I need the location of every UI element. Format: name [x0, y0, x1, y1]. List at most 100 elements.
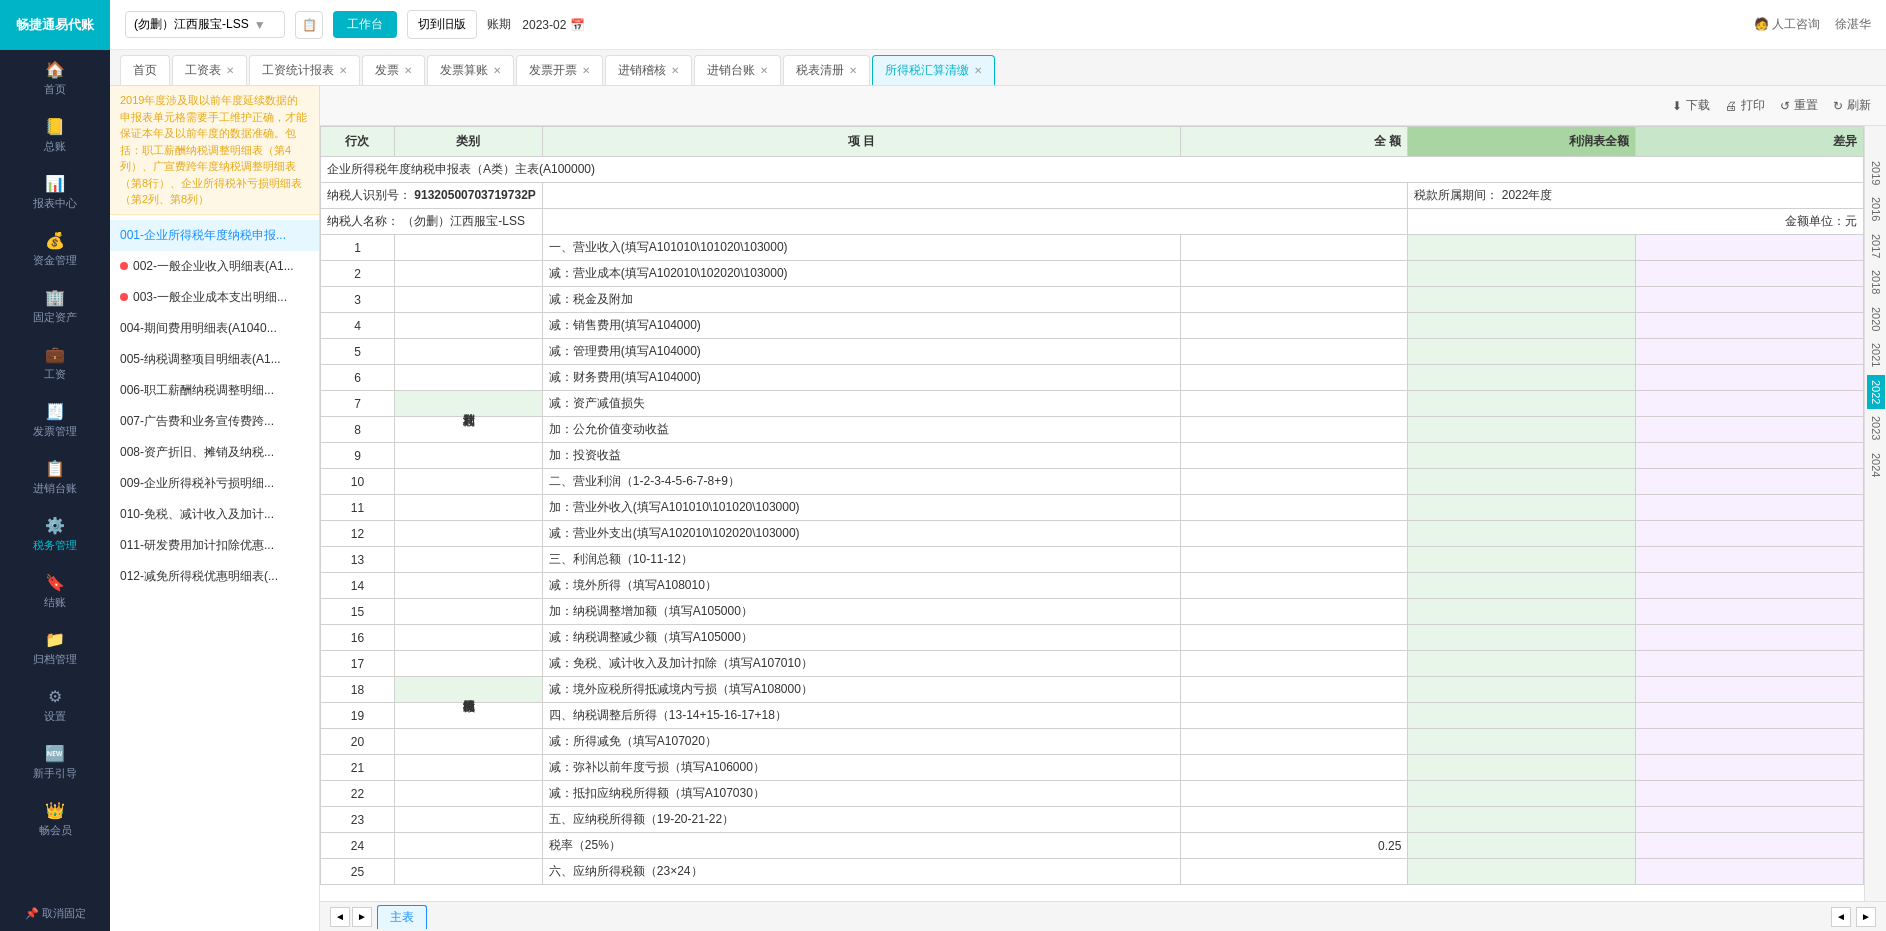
row-diff-20[interactable] — [1636, 755, 1864, 781]
calendar-icon[interactable]: 📅 — [570, 18, 585, 32]
row-diff-1[interactable] — [1636, 261, 1864, 287]
row-amount-4[interactable] — [1180, 339, 1408, 365]
menu-item-001[interactable]: 001-企业所得税年度纳税申报... — [110, 220, 319, 251]
row-profit-24[interactable] — [1408, 859, 1636, 885]
refresh-button[interactable]: ↻ 刷新 — [1833, 97, 1871, 114]
row-amount-16[interactable] — [1180, 651, 1408, 677]
menu-item-007[interactable]: 007-广告费和业务宣传费跨... — [110, 406, 319, 437]
menu-item-011[interactable]: 011-研发费用加计扣除优惠... — [110, 530, 319, 561]
row-diff-2[interactable] — [1636, 287, 1864, 313]
tab-7[interactable]: 进销台账✕ — [694, 55, 781, 85]
menu-item-004[interactable]: 004-期间费用明细表(A1040... — [110, 313, 319, 344]
sidebar-item-工资[interactable]: 💼工资 — [0, 335, 110, 392]
row-profit-23[interactable] — [1408, 833, 1636, 859]
tab-2[interactable]: 工资统计报表✕ — [249, 55, 360, 85]
year-item-2021[interactable]: 2021 — [1867, 338, 1885, 372]
menu-item-010[interactable]: 010-免税、减计收入及加计... — [110, 499, 319, 530]
row-diff-12[interactable] — [1636, 547, 1864, 573]
main-table-wrap[interactable]: 行次 类别 项 目 全 额 利润表全额 差异 企业所得税年度纳税 — [320, 126, 1864, 901]
row-profit-8[interactable] — [1408, 443, 1636, 469]
row-diff-16[interactable] — [1636, 651, 1864, 677]
row-profit-4[interactable] — [1408, 339, 1636, 365]
row-diff-15[interactable] — [1636, 625, 1864, 651]
row-profit-0[interactable] — [1408, 235, 1636, 261]
row-amount-20[interactable] — [1180, 755, 1408, 781]
tab-0[interactable]: 首页 — [120, 55, 170, 85]
row-amount-15[interactable] — [1180, 625, 1408, 651]
row-diff-21[interactable] — [1636, 781, 1864, 807]
menu-item-005[interactable]: 005-纳税调整项目明细表(A1... — [110, 344, 319, 375]
row-amount-7[interactable] — [1180, 417, 1408, 443]
row-profit-10[interactable] — [1408, 495, 1636, 521]
row-amount-19[interactable] — [1180, 729, 1408, 755]
sidebar-item-首页[interactable]: 🏠首页 — [0, 50, 110, 107]
row-amount-2[interactable] — [1180, 287, 1408, 313]
row-diff-14[interactable] — [1636, 599, 1864, 625]
tab-close-4[interactable]: ✕ — [493, 65, 501, 76]
row-diff-3[interactable] — [1636, 313, 1864, 339]
row-diff-0[interactable] — [1636, 235, 1864, 261]
row-diff-24[interactable] — [1636, 859, 1864, 885]
row-profit-16[interactable] — [1408, 651, 1636, 677]
row-amount-13[interactable] — [1180, 573, 1408, 599]
row-profit-9[interactable] — [1408, 469, 1636, 495]
tab-4[interactable]: 发票算账✕ — [427, 55, 514, 85]
sidebar-item-新手引导[interactable]: 🆕新手引导 — [0, 734, 110, 791]
tab-1[interactable]: 工资表✕ — [172, 55, 247, 85]
scroll-left-button[interactable]: ◄ — [330, 907, 350, 927]
tab-close-1[interactable]: ✕ — [226, 65, 234, 76]
row-profit-3[interactable] — [1408, 313, 1636, 339]
page-right-button[interactable]: ► — [1856, 907, 1876, 927]
tab-close-7[interactable]: ✕ — [760, 65, 768, 76]
row-profit-21[interactable] — [1408, 781, 1636, 807]
row-diff-5[interactable] — [1636, 365, 1864, 391]
user-service[interactable]: 🧑 人工咨询 — [1754, 16, 1820, 33]
year-item-2018[interactable]: 2018 — [1867, 265, 1885, 299]
row-amount-18[interactable] — [1180, 703, 1408, 729]
tab-main-table[interactable]: 主表 — [377, 905, 427, 929]
reset-button[interactable]: ↺ 重置 — [1780, 97, 1818, 114]
tab-close-3[interactable]: ✕ — [404, 65, 412, 76]
sidebar-item-总账[interactable]: 📒总账 — [0, 107, 110, 164]
row-diff-22[interactable] — [1636, 807, 1864, 833]
menu-item-006[interactable]: 006-职工薪酬纳税调整明细... — [110, 375, 319, 406]
tab-close-5[interactable]: ✕ — [582, 65, 590, 76]
row-profit-18[interactable] — [1408, 703, 1636, 729]
year-item-2017[interactable]: 2017 — [1867, 229, 1885, 263]
year-item-2024[interactable]: 2024 — [1867, 448, 1885, 482]
row-profit-7[interactable] — [1408, 417, 1636, 443]
row-profit-15[interactable] — [1408, 625, 1636, 651]
year-item-2016[interactable]: 2016 — [1867, 192, 1885, 226]
menu-item-009[interactable]: 009-企业所得税补亏损明细... — [110, 468, 319, 499]
row-diff-18[interactable] — [1636, 703, 1864, 729]
row-profit-19[interactable] — [1408, 729, 1636, 755]
row-amount-9[interactable] — [1180, 469, 1408, 495]
row-amount-0[interactable] — [1180, 235, 1408, 261]
menu-item-002[interactable]: 002-一般企业收入明细表(A1... — [110, 251, 319, 282]
row-amount-24[interactable] — [1180, 859, 1408, 885]
row-diff-4[interactable] — [1636, 339, 1864, 365]
menu-item-008[interactable]: 008-资产折旧、摊销及纳税... — [110, 437, 319, 468]
row-amount-23[interactable]: 0.25 — [1180, 833, 1408, 859]
switch-version-button[interactable]: 切到旧版 — [407, 10, 477, 39]
row-amount-21[interactable] — [1180, 781, 1408, 807]
year-item-2022[interactable]: 2022 — [1867, 375, 1885, 409]
row-amount-10[interactable] — [1180, 495, 1408, 521]
row-diff-7[interactable] — [1636, 417, 1864, 443]
tab-close-9[interactable]: ✕ — [974, 65, 982, 76]
row-diff-19[interactable] — [1636, 729, 1864, 755]
row-amount-17[interactable] — [1180, 677, 1408, 703]
row-amount-22[interactable] — [1180, 807, 1408, 833]
company-selector[interactable]: (勿删）江西服宝-LSS ▼ — [125, 11, 285, 38]
row-amount-8[interactable] — [1180, 443, 1408, 469]
row-diff-9[interactable] — [1636, 469, 1864, 495]
tab-8[interactable]: 税表清册✕ — [783, 55, 870, 85]
row-diff-6[interactable] — [1636, 391, 1864, 417]
tab-9[interactable]: 所得税汇算清缴✕ — [872, 55, 995, 85]
row-amount-12[interactable] — [1180, 547, 1408, 573]
row-diff-8[interactable] — [1636, 443, 1864, 469]
sidebar-item-设置[interactable]: ⚙设置 — [0, 677, 110, 734]
row-amount-3[interactable] — [1180, 313, 1408, 339]
sidebar-item-发票管理[interactable]: 🧾发票管理 — [0, 392, 110, 449]
sidebar-item-归档管理[interactable]: 📁归档管理 — [0, 620, 110, 677]
